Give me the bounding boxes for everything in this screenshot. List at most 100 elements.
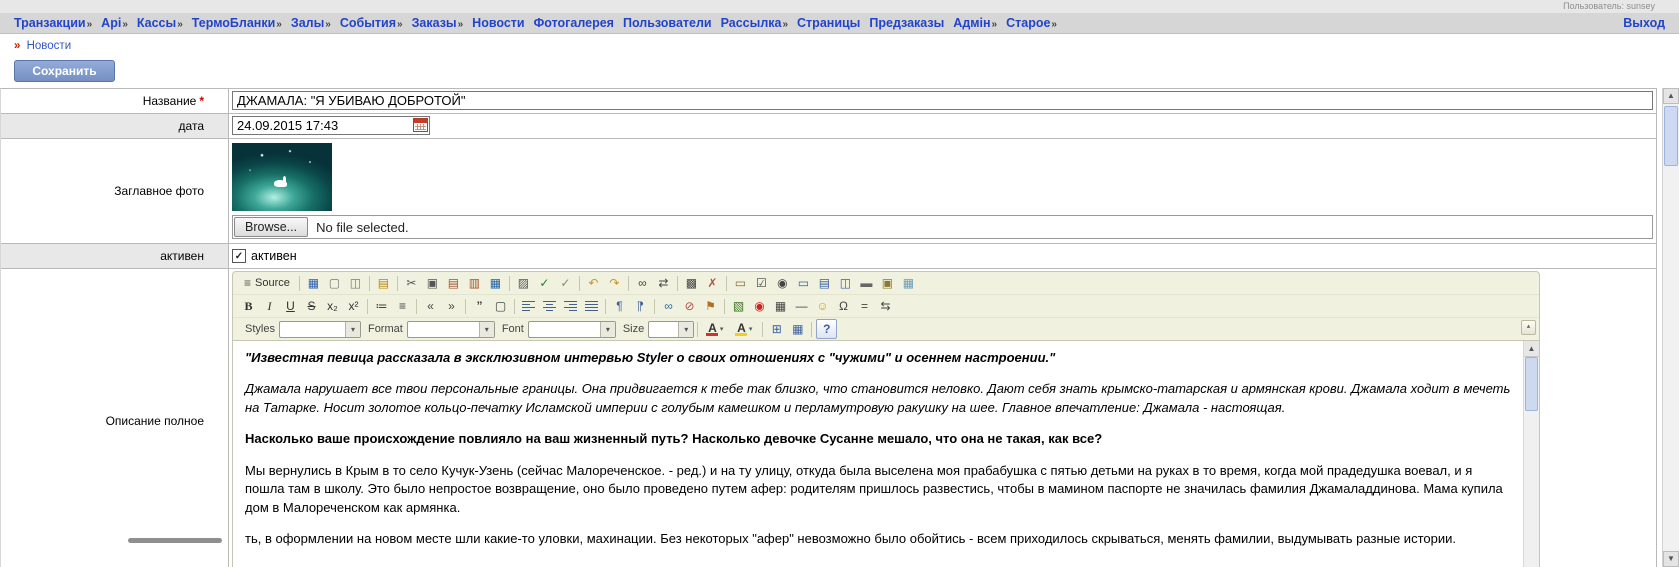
maximize-button[interactable]: ⊞ [767, 320, 786, 338]
menu-item-photo-gallery[interactable]: Фотогалерея [534, 16, 614, 30]
redo-button[interactable]: ↷ [605, 274, 624, 292]
checkbox-button[interactable]: ☑ [752, 274, 771, 292]
anchor-button[interactable]: ⚑ [701, 297, 720, 315]
menu-item-api[interactable]: Api» [101, 16, 128, 30]
special-character-button[interactable]: Ω [834, 297, 853, 315]
font-dropdown[interactable]: ▾ [527, 320, 616, 338]
hidden-field-button[interactable]: ▦ [899, 274, 918, 292]
about-button[interactable]: ? [816, 319, 838, 339]
text-field-button[interactable]: ▭ [794, 274, 813, 292]
menu-item-thermo-blanks[interactable]: ТермоБланки» [192, 16, 282, 30]
textarea-button[interactable]: ▤ [815, 274, 834, 292]
numbered-list-button[interactable]: ≔ [372, 297, 391, 315]
print-button[interactable]: ▨ [514, 274, 533, 292]
unlink-button[interactable]: ⊘ [680, 297, 699, 315]
text-direction-ltr-button[interactable]: ¶ [610, 297, 629, 315]
replace-button[interactable]: ⇄ [654, 274, 673, 292]
strike-through-button[interactable]: S [302, 297, 321, 315]
paste-as-text-button[interactable]: ▥ [465, 274, 484, 292]
menu-item-news[interactable]: Новости [472, 16, 524, 30]
form-button-button[interactable]: ▬ [857, 274, 876, 292]
cut-button[interactable]: ✂ [402, 274, 421, 292]
link-button[interactable]: ∞ [659, 297, 678, 315]
horizontal-rule-button[interactable]: — [792, 297, 811, 315]
toolbar-collapse-button[interactable]: ▴ [1521, 320, 1536, 335]
file-input[interactable]: Browse... No file selected. [232, 215, 1653, 239]
editor-content[interactable]: "Известная певица рассказала в эксклюзив… [233, 341, 1523, 567]
menu-item-orders[interactable]: Заказы» [412, 16, 464, 30]
increase-indent-button[interactable]: » [442, 297, 461, 315]
date-input[interactable] [232, 116, 430, 135]
scroll-down-icon[interactable]: ▼ [1663, 551, 1679, 567]
calendar-icon[interactable] [413, 118, 428, 132]
editor-scroll-up-icon[interactable]: ▲ [1524, 341, 1539, 357]
menu-item-users[interactable]: Пользователи [623, 16, 712, 30]
save-button[interactable]: Сохранить [14, 60, 115, 82]
menu-item-old[interactable]: Старое» [1006, 16, 1057, 30]
blockquote-button[interactable]: ” [470, 297, 489, 315]
paste-from-word-button[interactable]: ▦ [486, 274, 505, 292]
smiley-button[interactable]: ☺ [813, 297, 832, 315]
subscript-button[interactable]: x₂ [323, 297, 342, 315]
page-scrollbar[interactable]: ▲ ▼ [1662, 88, 1679, 567]
copy-button[interactable]: ▣ [423, 274, 442, 292]
scroll-up-icon[interactable]: ▲ [1663, 88, 1679, 104]
superscript-button[interactable]: x² [344, 297, 363, 315]
spell-check-as-you-type-button[interactable]: ✓ [556, 274, 575, 292]
underline-button[interactable]: U [281, 297, 300, 315]
show-blocks-button[interactable]: ▦ [788, 320, 807, 338]
menu-item-halls[interactable]: Залы» [291, 16, 331, 30]
table-button[interactable]: ▦ [771, 297, 790, 315]
active-checkbox[interactable]: ✓ [232, 249, 246, 263]
align-right-button[interactable] [561, 297, 580, 315]
browse-button[interactable]: Browse... [234, 217, 309, 237]
image-button-button[interactable]: ▣ [878, 274, 897, 292]
italic-button[interactable]: I [260, 297, 279, 315]
horizontal-scrollbar-thumb[interactable] [128, 538, 222, 543]
title-input[interactable] [232, 91, 1653, 110]
styles-dropdown[interactable]: ▾ [278, 320, 361, 338]
breadcrumb-link-news[interactable]: Новости [27, 40, 72, 52]
flash-button[interactable]: ◉ [750, 297, 769, 315]
image-button[interactable]: ▧ [729, 297, 748, 315]
editor-scrollbar[interactable]: ▲ [1523, 341, 1539, 567]
iframe-button[interactable]: ⇆ [876, 297, 895, 315]
bulleted-list-button[interactable]: ≡ [393, 297, 412, 315]
decrease-indent-button[interactable]: « [421, 297, 440, 315]
menu-item-logout[interactable]: Выход [1623, 16, 1665, 30]
select-field-button[interactable]: ◫ [836, 274, 855, 292]
paste-button[interactable]: ▤ [444, 274, 463, 292]
editor-scrollbar-thumb[interactable] [1525, 357, 1538, 411]
text-direction-rtl-button[interactable]: ¶ [631, 297, 650, 315]
align-left-button[interactable] [519, 297, 538, 315]
menu-item-pages[interactable]: Страницы [797, 16, 860, 30]
menu-item-preorders[interactable]: Предзаказы [869, 16, 944, 30]
page-scrollbar-thumb[interactable] [1664, 106, 1678, 166]
templates-button[interactable]: ▤ [374, 274, 393, 292]
bold-button[interactable]: B [239, 297, 258, 315]
menu-item-admin[interactable]: Адмін» [953, 16, 997, 30]
background-color-button[interactable]: A ▾ [731, 320, 758, 338]
align-center-button[interactable] [540, 297, 559, 315]
spell-check-button[interactable]: ✓ [535, 274, 554, 292]
format-dropdown[interactable]: ▾ [406, 320, 495, 338]
new-page-button[interactable]: ▢ [325, 274, 344, 292]
find-button[interactable]: ∞ [633, 274, 652, 292]
text-color-button[interactable]: A ▾ [702, 320, 729, 338]
menu-item-mailing[interactable]: Рассылка» [721, 16, 788, 30]
menu-item-transactions[interactable]: Транзакции» [14, 16, 92, 30]
select-all-button[interactable]: ▩ [682, 274, 701, 292]
size-dropdown[interactable]: ▾ [648, 320, 695, 338]
menu-item-cash-desks[interactable]: Кассы» [137, 16, 183, 30]
div-container-button[interactable]: ▢ [491, 297, 510, 315]
remove-format-button[interactable]: ✗ [703, 274, 722, 292]
form-button[interactable]: ▭ [731, 274, 750, 292]
source-button[interactable]: ≡ Source [239, 274, 295, 292]
preview-button[interactable]: ◫ [346, 274, 365, 292]
menu-item-events[interactable]: События» [340, 16, 403, 30]
save-button[interactable]: ▦ [304, 274, 323, 292]
radio-button-button[interactable]: ◉ [773, 274, 792, 292]
page-break-button[interactable]: = [855, 297, 874, 315]
undo-button[interactable]: ↶ [584, 274, 603, 292]
align-justify-button[interactable] [582, 297, 601, 315]
